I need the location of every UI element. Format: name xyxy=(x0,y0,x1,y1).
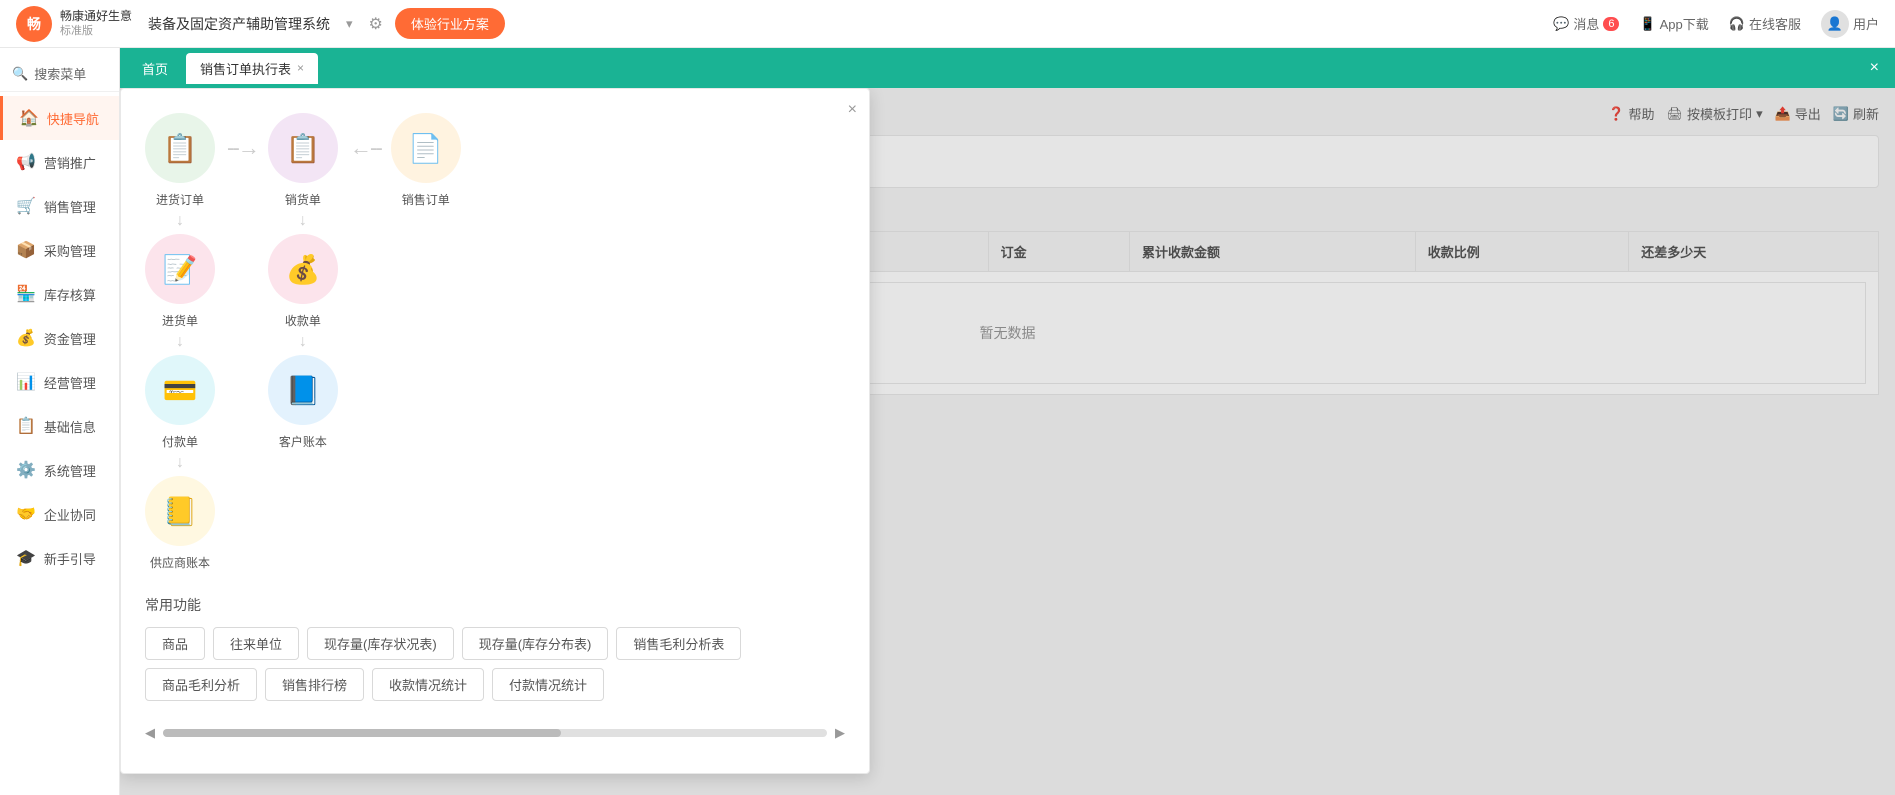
sidebar-item-marketing[interactable]: 📢 营销推广 xyxy=(0,140,119,184)
finance-icon: 💰 xyxy=(16,328,36,348)
flow-col-left: 📋 进货订单 ↓ 📝 进货单 ↓ 💳 付款单 ↓ xyxy=(145,113,215,571)
sidebar-item-guide[interactable]: 🎓 新手引导 xyxy=(0,536,119,580)
sidebar-item-inventory[interactable]: 🏪 库存核算 xyxy=(0,272,119,316)
message-badge: 6 xyxy=(1603,17,1619,31)
sales-bill-circle[interactable]: 📋 xyxy=(268,113,338,183)
func-btn-0[interactable]: 商品 xyxy=(145,627,205,660)
func-btn-5[interactable]: 商品毛利分析 xyxy=(145,668,257,701)
avatar: 👤 xyxy=(1821,10,1849,38)
common-functions: 常用功能 商品往来单位现存量(库存状况表)现存量(库存分布表)销售毛利分析表商品… xyxy=(145,595,845,701)
flow-item-purchase-bill[interactable]: 📝 进货单 xyxy=(145,234,215,329)
tab-close-icon[interactable]: × xyxy=(297,61,304,75)
func-btn-3[interactable]: 现存量(库存分布表) xyxy=(462,627,609,660)
page-content: ❓ 帮助 🖨 按模板打印 ▾ 📤 导出 🔄 刷新 xyxy=(120,88,1895,795)
sidebar-item-quick-nav[interactable]: 🏠 快捷导航 xyxy=(0,96,119,140)
flow-item-payment[interactable]: 💳 付款单 xyxy=(145,355,215,450)
arrow-connector-2: ← - - xyxy=(350,113,379,161)
experience-btn[interactable]: 体验行业方案 xyxy=(395,8,505,39)
scroll-thumb xyxy=(163,729,561,737)
sidebar-item-sales[interactable]: 🛒 销售管理 xyxy=(0,184,119,228)
search-icon: 🔍 xyxy=(12,66,28,82)
sidebar-search[interactable]: 🔍 搜索菜单 xyxy=(0,56,119,92)
flow-col-right: 📋 销货单 ↓ 💰 收款单 ↓ 📘 客户账本 xyxy=(268,113,338,450)
flow-diagram: 📋 进货订单 ↓ 📝 进货单 ↓ 💳 付款单 ↓ xyxy=(145,113,845,571)
message-icon: 💬 xyxy=(1553,16,1569,32)
sidebar-item-system[interactable]: ⚙️ 系统管理 xyxy=(0,448,119,492)
func-btn-7[interactable]: 收款情况统计 xyxy=(372,668,484,701)
app-icon: 📱 xyxy=(1639,16,1655,32)
home-icon: 🏠 xyxy=(19,108,39,128)
content-area: 首页 销售订单执行表 × × ❓ 帮助 🖨 按模板打印 ▾ xyxy=(120,48,1895,795)
sidebar-item-finance[interactable]: 💰 资金管理 xyxy=(0,316,119,360)
logo-area: 畅 畅康通好生意 标准版 xyxy=(16,6,136,42)
logo-icon: 畅 xyxy=(16,6,52,42)
operations-icon: 📊 xyxy=(16,372,36,392)
logo-text: 畅康通好生意 标准版 xyxy=(60,9,132,39)
flow-item-receipt[interactable]: 💰 收款单 xyxy=(268,234,338,329)
scroll-left-icon[interactable]: ◀ xyxy=(145,725,155,741)
flow-item-customer-ledger[interactable]: 📘 客户账本 xyxy=(268,355,338,450)
tab-sales-order[interactable]: 销售订单执行表 × xyxy=(186,53,318,84)
scroll-track[interactable] xyxy=(163,729,827,737)
tab-bar: 首页 销售订单执行表 × × xyxy=(120,48,1895,88)
app-download-btn[interactable]: 📱 App下载 xyxy=(1639,14,1708,33)
enterprise-icon: 🤝 xyxy=(16,504,36,524)
flow-col-sales-order: 📄 销售订单 xyxy=(391,113,461,208)
title-arrow-icon: ▾ xyxy=(346,16,353,32)
marketing-icon: 📢 xyxy=(16,152,36,172)
sidebar-item-basic-info[interactable]: 📋 基础信息 xyxy=(0,404,119,448)
func-btn-6[interactable]: 销售排行榜 xyxy=(265,668,364,701)
top-bar: 畅 畅康通好生意 标准版 装备及固定资产辅助管理系统 ▾ ⚙ 体验行业方案 💬 … xyxy=(0,0,1895,48)
arrow-down-icon-5: ↓ xyxy=(299,333,307,351)
func-btn-2[interactable]: 现存量(库存状况表) xyxy=(307,627,454,660)
basic-info-icon: 📋 xyxy=(16,416,36,436)
flow-item-sales-order[interactable]: 📄 销售订单 xyxy=(391,113,461,208)
scroll-right-icon[interactable]: ▶ xyxy=(835,725,845,741)
user-avatar-btn[interactable]: 👤 用户 xyxy=(1821,10,1879,38)
close-all-tabs-btn[interactable]: × xyxy=(1862,59,1887,77)
close-panel-btn[interactable]: × xyxy=(848,101,857,119)
gear-icon[interactable]: ⚙ xyxy=(369,14,383,34)
service-icon: 🎧 xyxy=(1729,16,1745,32)
sales-order-circle[interactable]: 📄 xyxy=(391,113,461,183)
sales-icon: 🛒 xyxy=(16,196,36,216)
purchase-icon: 📦 xyxy=(16,240,36,260)
purchase-order-circle[interactable]: 📋 xyxy=(145,113,215,183)
message-btn[interactable]: 💬 消息 6 xyxy=(1553,14,1619,33)
func-buttons: 商品往来单位现存量(库存状况表)现存量(库存分布表)销售毛利分析表商品毛利分析销… xyxy=(145,627,845,701)
purchase-bill-circle[interactable]: 📝 xyxy=(145,234,215,304)
supplier-ledger-circle[interactable]: 📒 xyxy=(145,476,215,546)
sidebar-item-enterprise[interactable]: 🤝 企业协同 xyxy=(0,492,119,536)
quick-nav-panel: × 📋 进货订单 ↓ 📝 进货单 ↓ xyxy=(120,88,870,774)
system-title: 装备及固定资产辅助管理系统 xyxy=(148,14,330,34)
flow-item-supplier-ledger[interactable]: 📒 供应商账本 xyxy=(145,476,215,571)
top-right: 💬 消息 6 📱 App下载 🎧 在线客服 👤 用户 xyxy=(1553,10,1879,38)
main-layout: 🔍 搜索菜单 🏠 快捷导航 📢 营销推广 🛒 销售管理 📦 采购管理 🏪 库存核… xyxy=(0,48,1895,795)
func-btn-1[interactable]: 往来单位 xyxy=(213,627,299,660)
receipt-circle[interactable]: 💰 xyxy=(268,234,338,304)
system-icon: ⚙️ xyxy=(16,460,36,480)
inventory-icon: 🏪 xyxy=(16,284,36,304)
flow-item-purchase-order[interactable]: 📋 进货订单 xyxy=(145,113,215,208)
arrow-down-icon: ↓ xyxy=(176,212,184,230)
func-btn-8[interactable]: 付款情况统计 xyxy=(492,668,604,701)
customer-ledger-circle[interactable]: 📘 xyxy=(268,355,338,425)
arrow-down-icon-3: ↓ xyxy=(176,454,184,472)
online-service-btn[interactable]: 🎧 在线客服 xyxy=(1729,14,1801,33)
arrow-down-icon-2: ↓ xyxy=(176,333,184,351)
scroll-bar-area: ◀ ▶ xyxy=(145,717,845,749)
func-btn-4[interactable]: 销售毛利分析表 xyxy=(616,627,741,660)
sidebar: 🔍 搜索菜单 🏠 快捷导航 📢 营销推广 🛒 销售管理 📦 采购管理 🏪 库存核… xyxy=(0,48,120,795)
guide-icon: 🎓 xyxy=(16,548,36,568)
arrow-down-icon-4: ↓ xyxy=(299,212,307,230)
flow-item-sales-bill[interactable]: 📋 销货单 xyxy=(268,113,338,208)
sidebar-item-operations[interactable]: 📊 经营管理 xyxy=(0,360,119,404)
common-functions-title: 常用功能 xyxy=(145,595,845,615)
sidebar-item-purchase[interactable]: 📦 采购管理 xyxy=(0,228,119,272)
tab-home[interactable]: 首页 xyxy=(128,53,182,84)
payment-circle[interactable]: 💳 xyxy=(145,355,215,425)
arrow-connector-1: - - → xyxy=(227,113,256,161)
